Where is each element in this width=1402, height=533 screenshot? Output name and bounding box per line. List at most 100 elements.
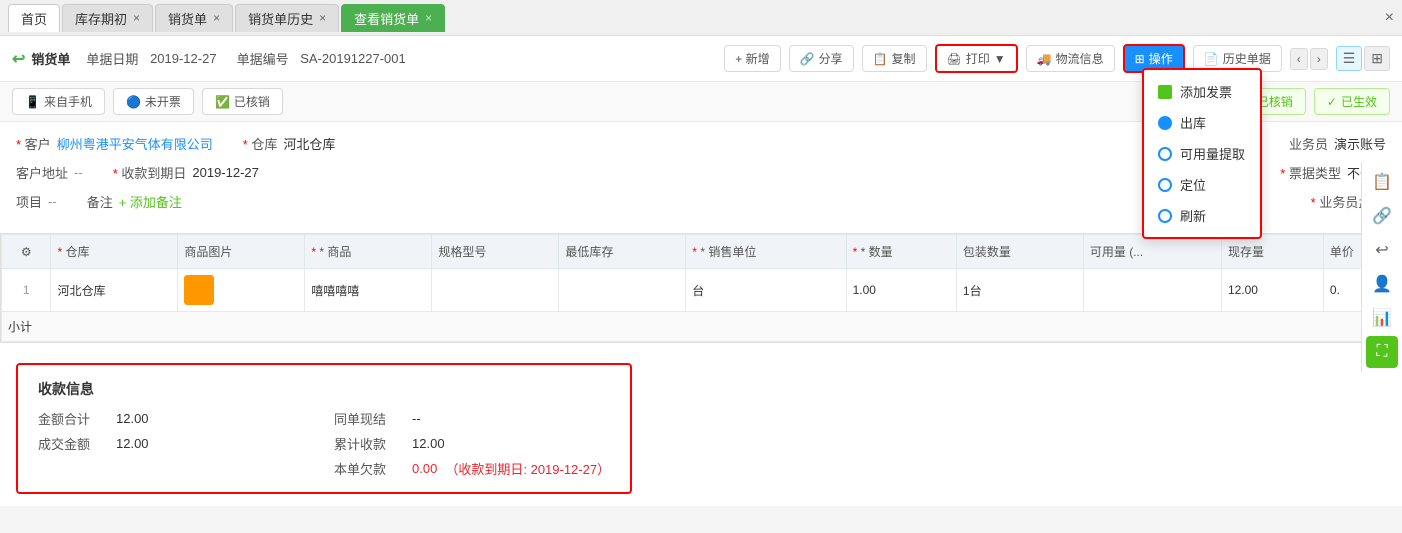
dropdown-locate[interactable]: 定位 — [1144, 169, 1260, 200]
refresh-label: 刷新 — [1180, 206, 1206, 225]
dropdown-refresh[interactable]: 刷新 — [1144, 200, 1260, 231]
copy-icon: 📋 — [873, 52, 888, 66]
project-field: 项目 -- — [16, 192, 57, 211]
doc-type-label: 销货单 — [31, 49, 70, 68]
dropdown-available-extract[interactable]: 可用量提取 — [1144, 138, 1260, 169]
next-arrow[interactable]: › — [1310, 48, 1328, 70]
col-settings[interactable]: ⚙ — [2, 235, 51, 269]
single-settlement-row: 同单现结 -- — [334, 409, 610, 428]
logistics-button[interactable]: 🚚 物流信息 — [1026, 45, 1115, 72]
row-min-stock — [559, 269, 686, 312]
note-label: 备注 — [87, 192, 113, 211]
doc-number-value: SA-20191227-001 — [300, 51, 406, 66]
staff-label: 业务员 — [1289, 134, 1328, 153]
tab-sales-history[interactable]: 销货单历史 × — [235, 4, 339, 32]
phone-icon: 📱 — [25, 95, 40, 109]
from-phone-button[interactable]: 📱 来自手机 — [12, 88, 105, 115]
customer-label: 客户 — [16, 134, 51, 153]
effective-button[interactable]: ✓ 已生效 — [1314, 88, 1390, 115]
total-amount-row: 金额合计 12.00 — [38, 409, 314, 428]
share-button[interactable]: 🔗 分享 — [789, 45, 854, 72]
tab-view-sales-close[interactable]: × — [425, 11, 432, 25]
available-extract-label: 可用量提取 — [1180, 144, 1245, 163]
new-button[interactable]: + 新增 — [724, 45, 780, 72]
transaction-amount-row: 成交金额 12.00 — [38, 434, 314, 453]
tab-view-sales[interactable]: 查看销货单 × — [341, 4, 445, 32]
current-arrears-row — [38, 459, 314, 478]
sidebar-icon-1[interactable]: 📋 — [1366, 166, 1398, 198]
tab-sales-order-close[interactable]: × — [213, 11, 220, 25]
payment-title: 收款信息 — [38, 379, 610, 399]
tab-home[interactable]: 首页 — [8, 4, 60, 32]
customer-value[interactable]: 柳州粤港平安气体有限公司 — [57, 134, 213, 153]
col-available: 可用量 (... — [1083, 235, 1221, 269]
data-table: ⚙ 仓库 商品图片 * 商品 规格型号 最低库存 * 销售单位 * 数量 包装数… — [1, 234, 1401, 342]
locate-label: 定位 — [1180, 175, 1206, 194]
arrears-note: （收款到期日: 2019-12-27） — [445, 459, 610, 478]
tab-inventory-init-label: 库存期初 — [75, 9, 127, 28]
row-quantity: 1.00 — [846, 269, 956, 312]
payment-date-field: 收款到期日 2019-12-27 — [113, 163, 259, 182]
tab-inventory-init[interactable]: 库存期初 × — [62, 4, 153, 32]
tab-sales-order[interactable]: 销货单 × — [155, 4, 233, 32]
subtotal-label: 小计 — [2, 312, 1401, 342]
warehouse-field: 仓库 河北仓库 — [243, 134, 336, 153]
nav-arrows: ‹ › — [1290, 48, 1328, 70]
grid-view-button[interactable]: ⊞ — [1364, 46, 1390, 71]
print-dropdown-icon: ▼ — [994, 52, 1006, 66]
copy-button[interactable]: 📋 复制 — [862, 45, 927, 72]
col-quantity: * 数量 — [846, 235, 956, 269]
sidebar-icon-expand[interactable]: ⛶ — [1366, 336, 1398, 368]
outbound-icon — [1158, 116, 1172, 130]
doc-meta: 单据日期 2019-12-27 单据编号 SA-20191227-001 — [86, 49, 405, 68]
customer-field: 客户 柳州粤港平安气体有限公司 — [16, 134, 213, 153]
payment-wrapper: 收款信息 金额合计 12.00 同单现结 -- 成交金额 12.00 — [0, 343, 1402, 506]
view-toggle: ☰ ⊞ — [1336, 46, 1390, 71]
print-button[interactable]: 🖨 打印 ▼ — [935, 44, 1018, 73]
sidebar-icon-3[interactable]: ↩ — [1366, 234, 1398, 266]
row-product: 嘻嘻嘻嘻 — [305, 269, 432, 312]
sidebar-icon-2[interactable]: 🔗 — [1366, 200, 1398, 232]
cumulative-collection-label: 累计收款 — [334, 434, 404, 453]
share-icon: 🔗 — [800, 52, 815, 66]
table-header-row: ⚙ 仓库 商品图片 * 商品 规格型号 最低库存 * 销售单位 * 数量 包装数… — [2, 235, 1401, 269]
add-note-button[interactable]: + 添加备注 — [119, 192, 182, 211]
refresh-icon — [1158, 209, 1172, 223]
staff-field: 业务员 演示账号 — [1289, 134, 1386, 153]
logistics-icon: 🚚 — [1037, 52, 1052, 66]
right-sidebar: 📋 🔗 ↩ 👤 📊 ⛶ — [1361, 162, 1402, 372]
ops-icon: ⊞ — [1135, 52, 1145, 66]
doc-type-icon: ↩ — [12, 49, 25, 69]
tab-inventory-init-close[interactable]: × — [133, 11, 140, 25]
total-amount-value: 12.00 — [116, 411, 149, 426]
sidebar-icon-4[interactable]: 👤 — [1366, 268, 1398, 300]
single-settlement-value: -- — [412, 411, 421, 426]
tab-sales-history-close[interactable]: × — [319, 11, 326, 25]
dropdown-add-invoice[interactable]: 添加发票 — [1144, 76, 1260, 107]
dropdown-outbound[interactable]: 出库 — [1144, 107, 1260, 138]
not-open-button[interactable]: 🔵 未开票 — [113, 88, 194, 115]
row-num: 1 — [2, 269, 51, 312]
check-button[interactable]: ✅ 已核销 — [202, 88, 283, 115]
doc-title: ↩ 销货单 — [12, 49, 70, 69]
row-stock: 12.00 — [1221, 269, 1323, 312]
row-available — [1083, 269, 1221, 312]
current-arrears-label: 本单欠款 — [334, 459, 404, 478]
doc-date-value: 2019-12-27 — [150, 51, 217, 66]
doc-number-label: 单据编号 SA-20191227-001 — [237, 49, 406, 68]
total-amount-label: 金额合计 — [38, 409, 108, 428]
row-warehouse: 河北仓库 — [51, 269, 178, 312]
list-view-button[interactable]: ☰ — [1336, 46, 1363, 71]
payment-section: 收款信息 金额合计 12.00 同单现结 -- 成交金额 12.00 — [16, 363, 632, 494]
project-label: 项目 — [16, 192, 42, 211]
sidebar-icon-5[interactable]: 📊 — [1366, 302, 1398, 334]
cumulative-collection-value: 12.00 — [412, 436, 445, 451]
effective-icon: ✓ — [1327, 95, 1337, 109]
tab-home-label: 首页 — [21, 9, 47, 28]
row-product-img — [178, 269, 305, 312]
tab-sales-history-label: 销货单历史 — [248, 9, 313, 28]
prev-arrow[interactable]: ‹ — [1290, 48, 1308, 70]
col-unit: * 销售单位 — [686, 235, 846, 269]
locate-icon — [1158, 178, 1172, 192]
window-close-button[interactable]: × — [1385, 9, 1394, 27]
